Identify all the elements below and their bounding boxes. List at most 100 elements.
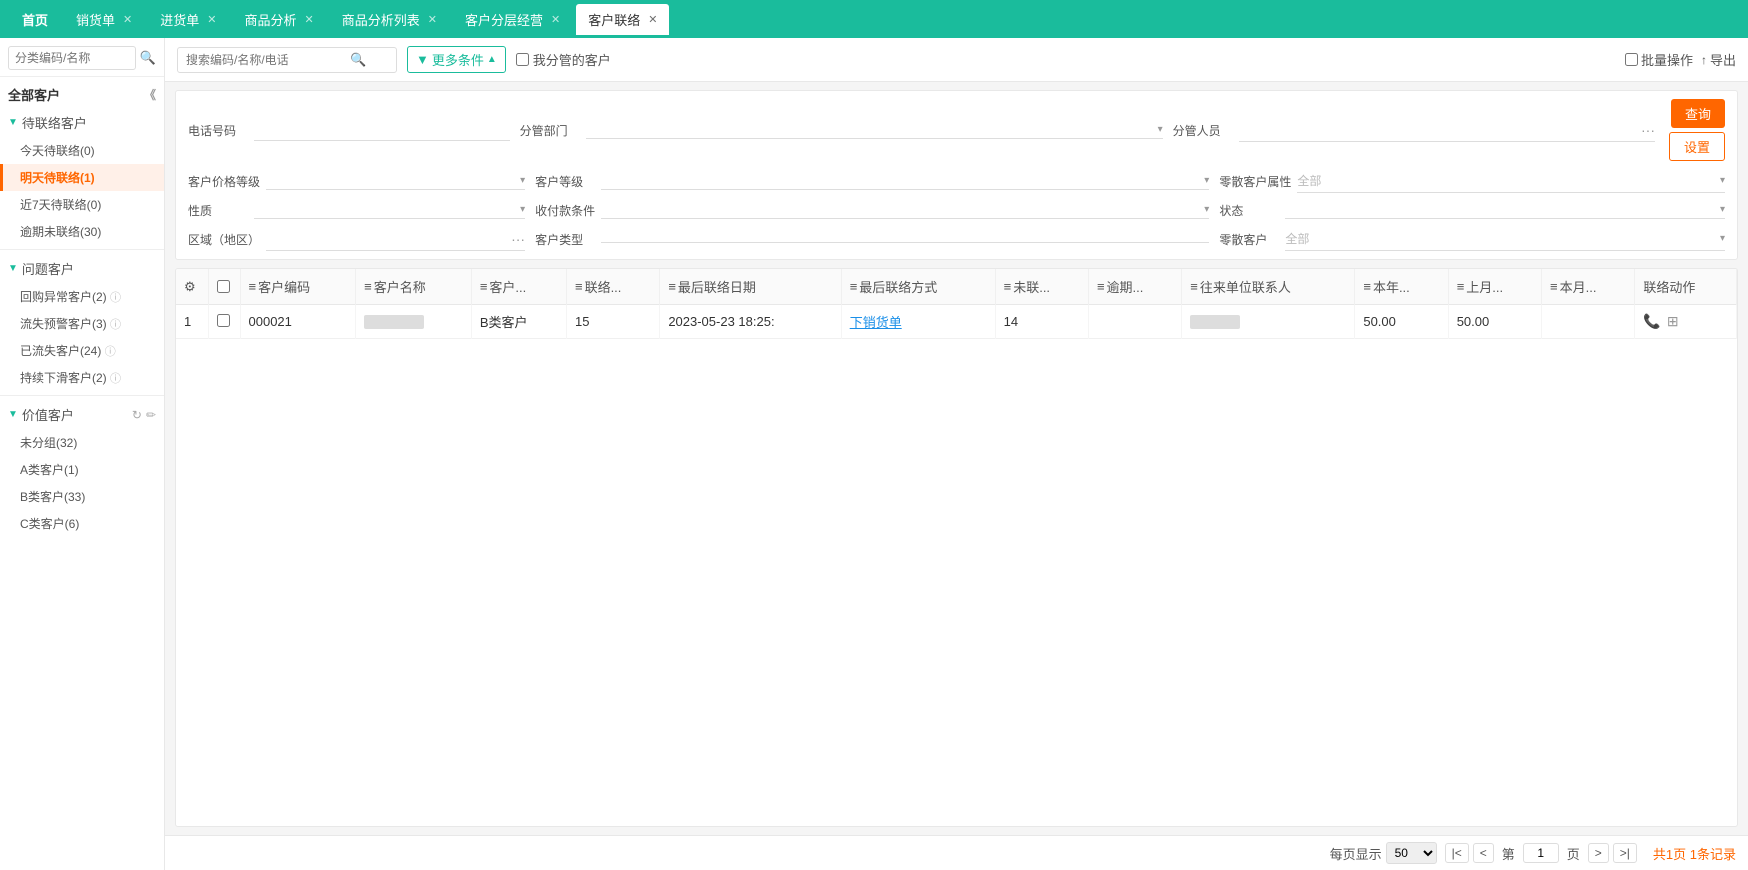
sidebar-collapse-icon[interactable]: 《 [144,86,156,103]
refresh-icon[interactable]: ↻ [132,408,142,422]
nav-item-analysis[interactable]: 商品分析 ✕ [232,4,325,35]
th-last-contact-date[interactable]: ≡最后联络日期 [660,269,841,305]
filter-region-select[interactable]: ··· [266,228,525,251]
close-analysis-icon[interactable]: ✕ [305,13,314,26]
filter-retail-customer-select[interactable]: 全部 ▾ [1285,227,1725,251]
nav-item-home[interactable]: 首页 [10,4,60,35]
th-contact-action[interactable]: 联络动作 [1635,269,1737,305]
per-page-label: 每页显示 [1330,844,1382,863]
filter-nature-select[interactable]: ▾ [254,201,525,219]
sidebar-item-tomorrow[interactable]: 明天待联络(1) [0,164,164,191]
th-last-month[interactable]: ≡上月... [1448,269,1541,305]
nav-item-customer-layer[interactable]: 客户分层经营 ✕ [453,4,572,35]
sidebar-item-abnormal[interactable]: 回购异常客户(2) ⓘ [0,283,164,310]
th-no-contact[interactable]: ≡未联... [995,269,1088,305]
search-icon-main[interactable]: 🔍 [350,52,366,68]
th-last-contact-way[interactable]: ≡最后联络方式 [841,269,995,305]
filter-phone-input[interactable] [254,120,510,141]
th-code[interactable]: ≡客户编码 [240,269,356,305]
filter-customer-level-select[interactable]: ▾ [601,172,1209,190]
close-analysis-list-icon[interactable]: ✕ [428,13,437,26]
th-od-sort: ≡ [1097,279,1105,294]
sidebar-item-a-class[interactable]: A类客户(1) [0,456,164,483]
pg-last-btn[interactable]: >| [1613,843,1637,863]
sidebar-item-churned[interactable]: 已流失客户(24) ⓘ [0,337,164,364]
sidebar-item-ungrouped[interactable]: 未分组(32) [0,429,164,456]
th-contact[interactable]: ≡联络... [566,269,659,305]
sidebar-item-b-class[interactable]: B类客户(33) [0,483,164,510]
filter-status-select[interactable]: ▾ [1285,201,1725,219]
filter-payment-label: 收付款条件 [535,202,595,219]
phone-action-icon[interactable]: 📞 [1643,313,1660,330]
edit-icon[interactable]: ✏ [146,408,156,422]
sidebar-all-customers-label[interactable]: 全部客户 [8,85,60,104]
sidebar-group-problem[interactable]: ▼ 问题客户 [0,254,164,283]
grid-action-icon[interactable]: ⊞ [1667,313,1679,330]
sidebar-item-overdue[interactable]: 逾期未联络(30) [0,218,164,245]
td-overdue [1088,305,1181,339]
th-settings[interactable]: ⚙ [176,269,208,305]
my-customers-check[interactable] [516,53,529,66]
pg-prev-btn[interactable]: < [1473,843,1494,863]
close-sales-icon[interactable]: ✕ [123,13,132,26]
batch-ops-btn[interactable]: 批量操作 [1625,50,1693,69]
nav-item-purchase[interactable]: 进货单 ✕ [148,4,228,35]
filter-more-btn[interactable]: ▼ 更多条件 ▲ [407,46,506,73]
th-check[interactable] [208,269,240,305]
th-overdue[interactable]: ≡逾期... [1088,269,1181,305]
filter-manager-select[interactable]: ··· [1239,119,1655,142]
sidebar-group-pending[interactable]: ▼ 待联络客户 [0,108,164,137]
th-name[interactable]: ≡客户名称 [356,269,472,305]
filter-retail-attr-select[interactable]: 全部 ▾ [1297,169,1725,193]
pg-input[interactable] [1523,843,1559,863]
sidebar-item-declining[interactable]: 持续下滑客户(2) ⓘ [0,364,164,391]
nav-item-sales[interactable]: 销货单 ✕ [64,4,144,35]
close-customer-contact-icon[interactable]: ✕ [648,13,657,26]
filter-dept-select[interactable]: ▾ [586,121,1163,139]
chevron-down-nature-icon: ▾ [520,204,525,215]
filter-region-dots[interactable]: ··· [511,231,525,247]
sidebar-item-today[interactable]: 今天待联络(0) [0,137,164,164]
sidebar-search-icon[interactable]: 🔍 [140,50,156,66]
filter-phone: 电话号码 [188,120,510,141]
th-contact-person[interactable]: ≡往来单位联系人 [1182,269,1355,305]
sidebar-item-churn-warning[interactable]: 流失预警客户(3) ⓘ [0,310,164,337]
sidebar-group-value[interactable]: ▼ 价值客户 ↻ ✏ [0,400,164,429]
sidebar-item-7days[interactable]: 近7天待联络(0) [0,191,164,218]
pg-first-btn[interactable]: |< [1445,843,1469,863]
settings-icon[interactable]: ⚙ [184,279,196,295]
sidebar-group-value-label: 价值客户 [22,405,74,424]
filter-more-label: 更多条件 [432,50,484,69]
pg-next-btn[interactable]: > [1588,843,1609,863]
nav-item-analysis-list[interactable]: 商品分析列表 ✕ [330,4,449,35]
th-lcw-sort: ≡ [850,279,858,294]
table-footer: 每页显示 50 100 200 |< < 第 页 > >| 共1页 1条记录 [165,835,1748,870]
batch-ops-check[interactable] [1625,53,1638,66]
td-last-contact-way[interactable]: 下销货单 [841,305,995,339]
filter-price-level-select[interactable]: ▾ [266,172,525,190]
set-button[interactable]: 设置 [1669,132,1725,161]
th-this-year[interactable]: ≡本年... [1355,269,1448,305]
th-nc-sort: ≡ [1004,279,1012,294]
filter-row-3: 性质 ▾ 收付款条件 ▾ 状态 [188,201,1725,219]
my-customers-checkbox[interactable]: 我分管的客户 [516,50,611,69]
filter-payment-select[interactable]: ▾ [601,201,1209,219]
search-input[interactable] [186,53,346,67]
per-page-select[interactable]: 50 100 200 [1386,842,1437,864]
close-purchase-icon[interactable]: ✕ [207,13,216,26]
filter-manager-dots[interactable]: ··· [1641,122,1655,138]
filter-customer-type-select[interactable] [601,236,1209,243]
sidebar-search-input[interactable] [8,46,136,70]
select-all-checkbox[interactable] [217,280,230,293]
row-checkbox[interactable] [217,314,230,327]
close-customer-layer-icon[interactable]: ✕ [551,13,560,26]
contact-way-link[interactable]: 下销货单 [850,315,902,330]
sidebar-item-c-class[interactable]: C类客户(6) [0,510,164,537]
th-this-month[interactable]: ≡本月... [1542,269,1635,305]
query-button[interactable]: 查询 [1671,99,1725,128]
total-count: 共1页 1条记录 [1653,844,1736,863]
td-check[interactable] [208,305,240,339]
th-type[interactable]: ≡客户... [471,269,566,305]
export-btn[interactable]: ↑ 导出 [1701,50,1736,69]
nav-item-customer-contact[interactable]: 客户联络 ✕ [576,4,669,35]
